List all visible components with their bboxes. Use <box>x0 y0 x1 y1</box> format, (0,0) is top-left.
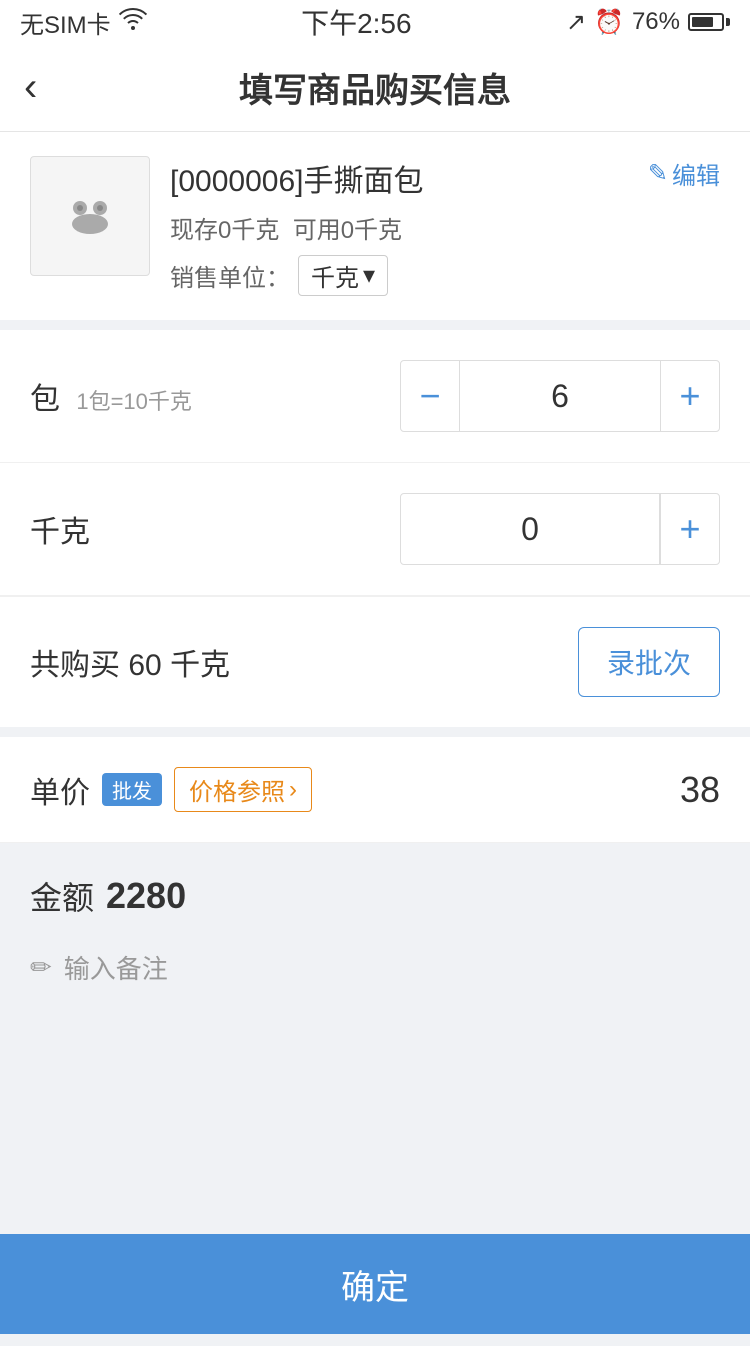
bao-qty-control: − + <box>400 360 720 432</box>
plus-icon: + <box>679 375 700 417</box>
record-batch-button[interactable]: 录批次 <box>578 627 720 697</box>
product-image <box>30 156 150 276</box>
alarm-icon: ⏰ <box>594 8 624 37</box>
price-section: 单价 批发 价格参照 › 38 <box>0 737 750 843</box>
plus-icon-kg: + <box>679 508 700 550</box>
bao-row: 包 1包=10千克 − + <box>0 330 750 463</box>
kg-label: 千克 <box>30 507 400 551</box>
price-label: 单价 <box>30 768 90 812</box>
note-row[interactable]: ✏ 输入备注 <box>30 939 720 996</box>
battery-icon <box>688 13 730 31</box>
product-info: [0000006]手撕面包 现存0千克 可用0千克 销售单位： 千克 ▾ <box>170 156 628 296</box>
confirm-button[interactable]: 确定 <box>0 1234 750 1334</box>
product-name: [0000006]手撕面包 <box>170 156 628 200</box>
product-card: [0000006]手撕面包 现存0千克 可用0千克 销售单位： 千克 ▾ ✎ 编… <box>0 132 750 330</box>
kg-qty-input[interactable] <box>400 493 660 565</box>
minus-icon: − <box>419 375 440 417</box>
total-text: 共购买 60 千克 <box>30 640 230 684</box>
amount-value: 2280 <box>106 875 186 917</box>
page-title: 填写商品购买信息 <box>239 63 511 112</box>
status-right: ↗ ⏰ 76% <box>566 8 730 37</box>
confirm-label: 确定 <box>341 1260 409 1309</box>
amount-row: 金额 2280 <box>30 873 720 919</box>
arrow-right-icon: › <box>289 776 297 804</box>
bao-qty-input[interactable] <box>460 360 660 432</box>
product-stock: 现存0千克 可用0千克 <box>170 210 628 245</box>
location-icon: ↗ <box>566 8 586 37</box>
carrier-text: 无SIM卡 <box>20 5 111 40</box>
edit-icon: ✎ <box>648 159 668 188</box>
form-section: 包 1包=10千克 − + 千克 + <box>0 330 750 596</box>
price-value: 38 <box>680 769 720 811</box>
pencil-icon: ✏ <box>30 952 52 983</box>
amount-section: 金额 2280 ✏ 输入备注 <box>0 843 750 1006</box>
price-left: 单价 批发 价格参照 › <box>30 767 312 812</box>
price-ref-button[interactable]: 价格参照 › <box>174 767 312 812</box>
status-left: 无SIM卡 <box>20 5 147 40</box>
bao-minus-button[interactable]: − <box>400 360 460 432</box>
status-time: 下午2:56 <box>301 2 412 42</box>
edit-button[interactable]: ✎ 编辑 <box>648 156 720 191</box>
product-unit: 销售单位： 千克 ▾ <box>170 255 628 296</box>
status-bar: 无SIM卡 下午2:56 ↗ ⏰ 76% <box>0 0 750 44</box>
bao-plus-button[interactable]: + <box>660 360 720 432</box>
chevron-down-icon: ▾ <box>363 261 375 290</box>
back-button[interactable]: ‹ <box>24 65 37 110</box>
amount-label: 金额 <box>30 873 94 919</box>
price-tag-pifa: 批发 <box>102 773 162 806</box>
unit-select[interactable]: 千克 ▾ <box>298 255 388 296</box>
battery-percent: 76% <box>632 8 680 36</box>
nav-bar: ‹ 填写商品购买信息 <box>0 44 750 132</box>
note-placeholder: 输入备注 <box>64 949 168 986</box>
kg-row: 千克 + <box>0 463 750 596</box>
wifi-icon <box>119 8 147 37</box>
kg-qty-control: + <box>400 493 720 565</box>
total-row: 共购买 60 千克 录批次 <box>0 596 750 737</box>
bao-sub-label: 1包=10千克 <box>76 389 192 414</box>
kg-plus-button[interactable]: + <box>660 493 720 565</box>
bao-label: 包 1包=10千克 <box>30 374 400 418</box>
